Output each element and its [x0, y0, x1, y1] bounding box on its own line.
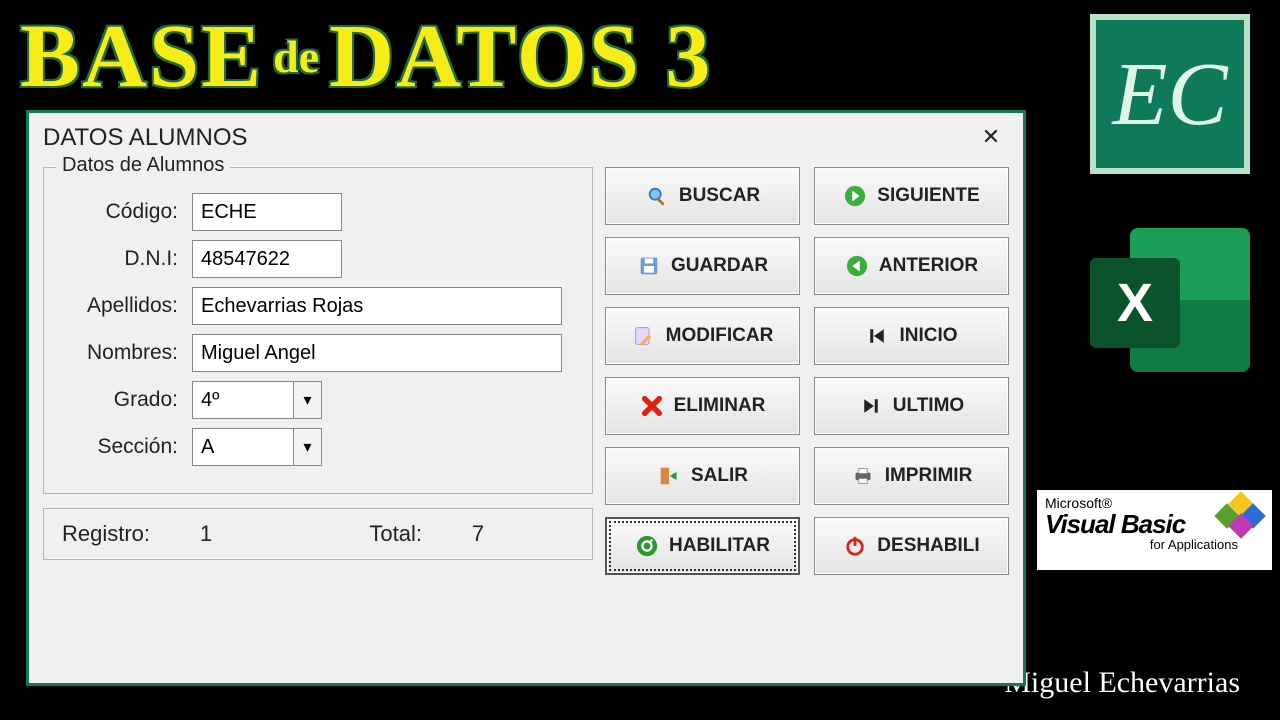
- author-signature: Miguel Echevarrias: [1004, 666, 1240, 700]
- habilitar-button[interactable]: HABILITAR: [605, 517, 800, 575]
- skip-first-icon: [865, 324, 889, 348]
- input-nombres[interactable]: [192, 334, 562, 372]
- label-registro: Registro:: [62, 521, 150, 547]
- label-nombres: Nombres:: [58, 341, 178, 365]
- record-footer: Registro: 1 Total: 7: [43, 508, 593, 560]
- delete-icon: [640, 394, 664, 418]
- label-apellidos: Apellidos:: [58, 294, 178, 318]
- guardar-button[interactable]: GUARDAR: [605, 237, 800, 295]
- arrow-right-icon: [843, 184, 867, 208]
- window-title: DATOS ALUMNOS: [43, 124, 248, 152]
- fieldset-legend: Datos de Alumnos: [56, 154, 230, 177]
- power-icon: [843, 534, 867, 558]
- buscar-button[interactable]: BUSCAR: [605, 167, 800, 225]
- search-icon: [645, 184, 669, 208]
- logo-ec: EC: [1090, 14, 1250, 174]
- userform-window: DATOS ALUMNOS ✕ Datos de Alumnos Código:…: [26, 110, 1026, 686]
- siguiente-button[interactable]: SIGUIENTE: [814, 167, 1009, 225]
- fieldset-datos-alumnos: Datos de Alumnos Código: D.N.I: Apellido…: [43, 167, 593, 494]
- skip-last-icon: [859, 394, 883, 418]
- chevron-down-icon: ▾: [293, 429, 321, 465]
- input-codigo[interactable]: [192, 193, 342, 231]
- imprimir-button[interactable]: IMPRIMIR: [814, 447, 1009, 505]
- anterior-button[interactable]: ANTERIOR: [814, 237, 1009, 295]
- arrow-left-icon: [845, 254, 869, 278]
- input-dni[interactable]: [192, 240, 342, 278]
- save-icon: [637, 254, 661, 278]
- label-codigo: Código:: [58, 200, 178, 224]
- enable-icon: [635, 534, 659, 558]
- combo-grado[interactable]: 4º ▾: [192, 381, 322, 419]
- ultimo-button[interactable]: ULTIMO: [814, 377, 1009, 435]
- salir-button[interactable]: SALIR: [605, 447, 800, 505]
- combo-seccion[interactable]: A ▾: [192, 428, 322, 466]
- label-seccion: Sección:: [58, 435, 178, 459]
- edit-icon: [632, 324, 656, 348]
- eliminar-button[interactable]: ELIMINAR: [605, 377, 800, 435]
- input-apellidos[interactable]: [192, 287, 562, 325]
- vba-logo: Microsoft® Visual Basic for Applications: [1037, 490, 1272, 570]
- excel-logo: X: [1090, 220, 1250, 380]
- page-title: BASE de DATOS 3: [20, 5, 712, 108]
- inicio-button[interactable]: INICIO: [814, 307, 1009, 365]
- value-total: 7: [448, 521, 508, 547]
- modificar-button[interactable]: MODIFICAR: [605, 307, 800, 365]
- print-icon: [851, 464, 875, 488]
- close-icon: ✕: [982, 124, 1000, 149]
- label-dni: D.N.I:: [58, 247, 178, 271]
- deshabilitar-button[interactable]: DESHABILI: [814, 517, 1009, 575]
- chevron-down-icon: ▾: [293, 382, 321, 418]
- close-button[interactable]: ✕: [973, 123, 1009, 153]
- label-grado: Grado:: [58, 388, 178, 412]
- exit-icon: [657, 464, 681, 488]
- label-total: Total:: [369, 521, 422, 547]
- value-registro: 1: [176, 521, 236, 547]
